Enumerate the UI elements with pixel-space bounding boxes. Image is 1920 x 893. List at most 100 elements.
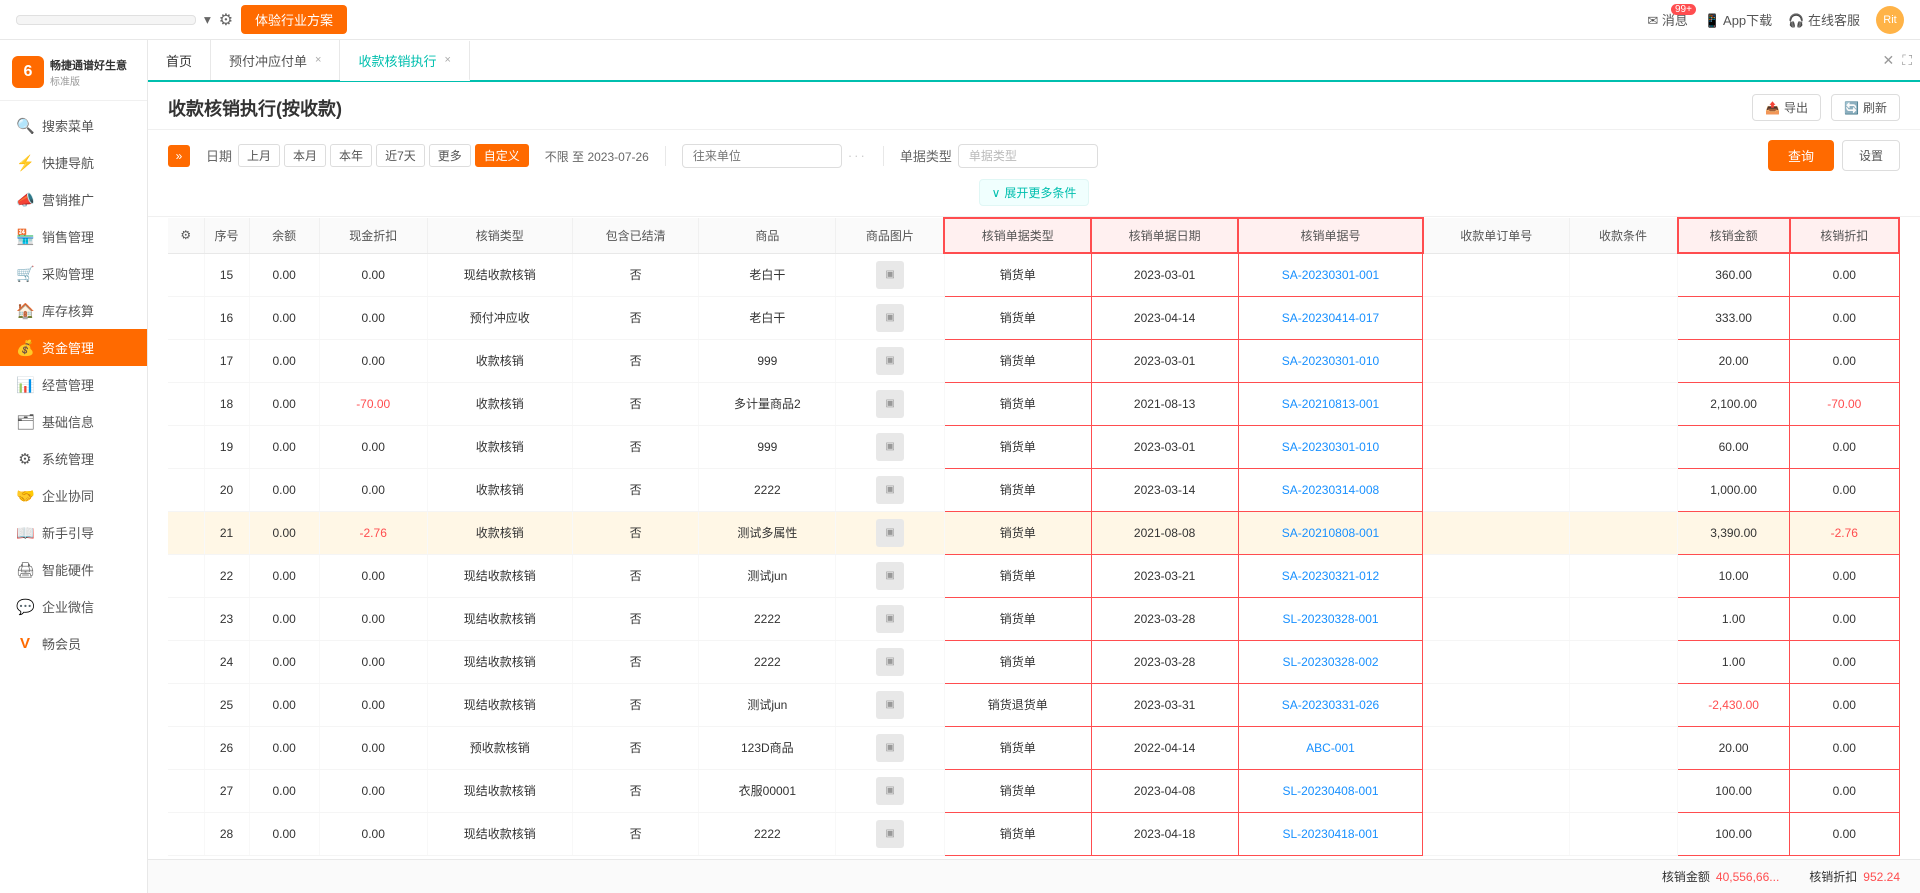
top-bar-left: ▾ ⚙ 体验行业方案 [16,5,1635,34]
col-bill-report-no-header: 核销单据号 [1238,218,1423,253]
date-btn-custom[interactable]: 自定义 [475,144,529,167]
table-cell-bill-no[interactable]: SA-20230301-010 [1238,425,1423,468]
date-btn-more[interactable]: 更多 [429,144,471,167]
table-cell-write-off-amount: -2,430.00 [1678,683,1790,726]
user-avatar[interactable]: Rit [1876,6,1904,34]
expand-btn[interactable]: ∨ 展开更多条件 [979,179,1090,206]
table-cell [1423,253,1569,296]
table-cell [1423,468,1569,511]
tab-collection-close[interactable]: × [444,54,450,66]
close-all-icon[interactable]: ✕ [1882,52,1894,69]
table-cell-bill-no[interactable]: SL-20230408-001 [1238,769,1423,812]
table-cell: ▣ [836,382,945,425]
hardware-icon: 🖨 [16,561,34,579]
member-icon: V [16,635,34,652]
date-btn-last-month[interactable]: 上月 [238,144,280,167]
table-cell-bill-no[interactable]: SA-20230314-008 [1238,468,1423,511]
table-cell-bill-no[interactable]: ABC-001 [1238,726,1423,769]
table-cell: 26 [204,726,249,769]
table-cell: 否 [572,425,699,468]
table-cell-bill-no[interactable]: SA-20230331-026 [1238,683,1423,726]
query-btn[interactable]: 查询 [1768,140,1834,171]
message-btn[interactable]: ✉ 99+ 消息 [1647,10,1688,29]
table-cell-bill-type: 销货单 [944,253,1091,296]
unit-input[interactable] [682,144,842,168]
table-cell-bill-no[interactable]: SL-20230328-001 [1238,597,1423,640]
settings-gear-btn[interactable]: ⚙ [219,10,233,30]
table-container[interactable]: ⚙ 序号 余额 现金折扣 核销类型 包含已结清 商品 商品图片 核销单据类型 核… [148,217,1920,859]
sidebar-item-sales[interactable]: 🏪 销售管理 [0,218,147,255]
sidebar-label-enterprise: 企业协同 [42,486,94,505]
service-btn[interactable]: 🎧 在线客服 [1788,10,1860,29]
table-row: 170.000.00收款核销否999▣销货单2023-03-01SA-20230… [168,339,1899,382]
sidebar-label-operation: 经营管理 [42,375,94,394]
tab-prepay-close[interactable]: × [315,54,321,66]
col-include-settled-header: 包含已结清 [572,218,699,253]
sidebar-item-quick[interactable]: ⚡ 快捷导航 [0,144,147,181]
date-btn-7days[interactable]: 近7天 [376,144,425,167]
table-cell [1569,468,1678,511]
filter-settings-btn[interactable]: 设置 [1842,140,1900,171]
sidebar-item-purchase[interactable]: 🛒 采购管理 [0,255,147,292]
search-input[interactable] [16,15,196,25]
refresh-btn[interactable]: 🔄 刷新 [1831,94,1900,121]
table-cell-bill-no[interactable]: SL-20230418-001 [1238,812,1423,855]
table-cell: 现结收款核销 [427,812,572,855]
maximize-icon[interactable]: ⛶ [1902,52,1912,69]
table-cell-bill-no[interactable]: SA-20210813-001 [1238,382,1423,425]
table-cell: 否 [572,468,699,511]
table-cell-bill-no[interactable]: SL-20230328-002 [1238,640,1423,683]
table-cell: 现结收款核销 [427,597,572,640]
sidebar-item-operation[interactable]: 📊 经营管理 [0,366,147,403]
collapse-btn[interactable]: » [168,145,190,167]
table-cell-bill-no[interactable]: SA-20230301-010 [1238,339,1423,382]
bill-type-select[interactable]: 单据类型 [958,144,1098,168]
table-cell: 999 [699,339,836,382]
col-gear-header[interactable]: ⚙ [168,218,204,253]
page-header: 收款核销执行(按收款) 📤 导出 🔄 刷新 [148,82,1920,130]
col-write-off-type-header: 核销类型 [427,218,572,253]
sidebar-item-inventory[interactable]: 🏠 库存核算 [0,292,147,329]
tab-prepay[interactable]: 预付冲应付单 × [211,40,340,80]
finance-icon: 💰 [16,339,34,357]
sidebar-item-enterprise[interactable]: 🤝 企业协同 [0,477,147,514]
sidebar-item-marketing[interactable]: 📣 营销推广 [0,181,147,218]
table-cell: ▣ [836,597,945,640]
table-row: 210.00-2.76收款核销否测试多属性▣销货单2021-08-08SA-20… [168,511,1899,554]
sidebar-item-wechat[interactable]: 💬 企业微信 [0,588,147,625]
table-cell: 现结收款核销 [427,640,572,683]
app-download-btn[interactable]: 📱 App下载 [1704,10,1772,29]
table-cell: 老白干 [699,253,836,296]
table-cell: 0.00 [249,683,319,726]
sidebar-item-finance[interactable]: 💰 资金管理 [0,329,147,366]
date-btn-this-month[interactable]: 本月 [284,144,326,167]
main-layout: 6 畅捷通谱好生意 标准版 🔍 搜索菜单 ⚡ 快捷导航 📣 营销推广 🏪 销售管… [0,40,1920,893]
table-cell [168,597,204,640]
table-cell: 现结收款核销 [427,769,572,812]
table-cell: ▣ [836,511,945,554]
table-cell-bill-no[interactable]: SA-20230414-017 [1238,296,1423,339]
table-cell-write-off-amount: 60.00 [1678,425,1790,468]
sidebar-label-hardware: 智能硬件 [42,560,94,579]
date-btn-this-year[interactable]: 本年 [330,144,372,167]
sidebar-item-hardware[interactable]: 🖨 智能硬件 [0,551,147,588]
table-row: 220.000.00现结收款核销否测试jun▣销货单2023-03-21SA-2… [168,554,1899,597]
table-cell-bill-no[interactable]: SA-20210808-001 [1238,511,1423,554]
table-cell-bill-no[interactable]: SA-20230321-012 [1238,554,1423,597]
table-cell-bill-no[interactable]: SA-20230301-001 [1238,253,1423,296]
table-cell-write-off-discount: 0.00 [1790,597,1899,640]
table-cell: 0.00 [249,769,319,812]
tab-collection[interactable]: 收款核销执行 × [340,41,469,81]
table-footer: 核销金额 40,556,66... 核销折扣 952.24 [148,859,1920,893]
dropdown-btn[interactable]: ▾ [204,12,211,28]
sidebar-item-search[interactable]: 🔍 搜索菜单 [0,107,147,144]
sidebar-item-guide[interactable]: 📖 新手引导 [0,514,147,551]
table-cell [1569,554,1678,597]
tabs-right-controls: ✕ ⛶ [1882,52,1920,69]
sidebar-item-basic[interactable]: 🗂 基础信息 [0,403,147,440]
sidebar-item-member[interactable]: V 畅会员 [0,625,147,662]
export-btn[interactable]: 📤 导出 [1752,94,1821,121]
sidebar-item-system[interactable]: ⚙ 系统管理 [0,440,147,477]
tab-home[interactable]: 首页 [148,40,211,80]
industry-btn[interactable]: 体验行业方案 [241,5,347,34]
